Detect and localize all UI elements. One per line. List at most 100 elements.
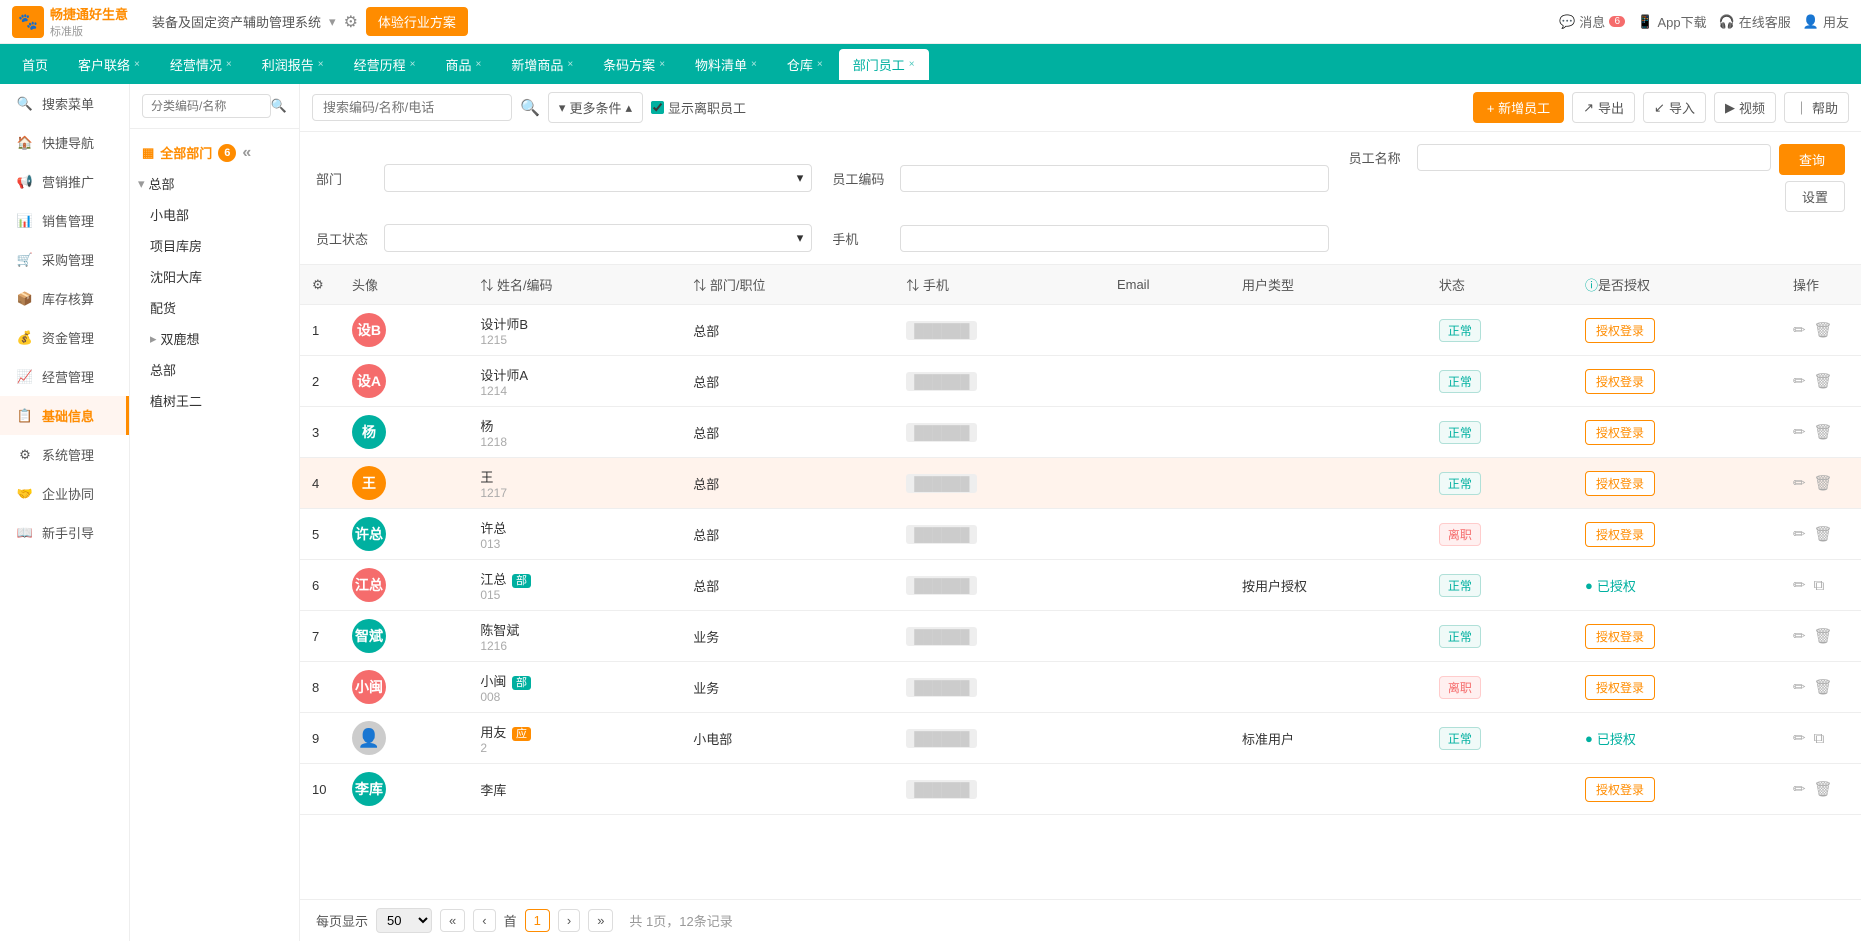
- dept-search-icon[interactable]: 🔍: [271, 98, 287, 114]
- export-btn[interactable]: ↗ 导出: [1572, 92, 1635, 123]
- more-conditions-btn[interactable]: ▾ 更多条件 ▴: [548, 92, 643, 123]
- add-emp-btn[interactable]: + 新增员工: [1473, 92, 1564, 123]
- dept-item-zongbu2[interactable]: 总部: [130, 354, 299, 385]
- sidebar-item-sales[interactable]: 📊 销售管理: [0, 201, 129, 240]
- emp-name-input[interactable]: [1417, 144, 1771, 171]
- dept-item-xiangmu[interactable]: 项目库房: [130, 230, 299, 261]
- trial-btn[interactable]: 体验行业方案: [366, 7, 468, 36]
- app-download-btn[interactable]: 📱 App下载: [1637, 12, 1706, 31]
- view-btn[interactable]: ▶ 视频: [1714, 92, 1776, 123]
- delete-icon[interactable]: 🗑: [1814, 372, 1833, 390]
- auth-btn[interactable]: 授权登录: [1585, 522, 1655, 547]
- edit-icon[interactable]: ✏: [1793, 474, 1806, 492]
- auth-btn[interactable]: 授权登录: [1585, 675, 1655, 700]
- sidebar-item-purchase[interactable]: 🛒 采购管理: [0, 240, 129, 279]
- tab-dept-emp-close[interactable]: ×: [909, 59, 915, 70]
- sidebar-item-collab[interactable]: 🤝 企业协同: [0, 474, 129, 513]
- per-page-select[interactable]: 50 100: [376, 908, 432, 933]
- next-page-btn[interactable]: ›: [558, 909, 580, 932]
- delete-icon[interactable]: 🗑: [1814, 678, 1833, 696]
- show-resigned-input[interactable]: [651, 101, 664, 114]
- auth-btn[interactable]: 授权登录: [1585, 318, 1655, 343]
- dept-item-peihuo[interactable]: 配货: [130, 292, 299, 323]
- sidebar-item-basic[interactable]: 📋 基础信息: [0, 396, 129, 435]
- sidebar-item-shortcut[interactable]: 🏠 快捷导航: [0, 123, 129, 162]
- online-service-btn[interactable]: 🎧 在线客服: [1719, 12, 1791, 31]
- tab-history[interactable]: 经营历程 ×: [340, 49, 430, 80]
- tab-profit-close[interactable]: ×: [318, 59, 324, 70]
- settings-icon[interactable]: ⚙: [344, 12, 358, 32]
- emp-status-select[interactable]: ▾: [384, 224, 812, 252]
- first-page-btn[interactable]: «: [440, 909, 465, 932]
- sidebar-item-guide[interactable]: 📖 新手引导: [0, 513, 129, 552]
- delete-icon[interactable]: 🗑: [1814, 474, 1833, 492]
- tab-customer[interactable]: 客户联络 ×: [64, 49, 154, 80]
- show-resigned-checkbox[interactable]: 显示离职员工: [651, 98, 746, 117]
- tab-barcode-close[interactable]: ×: [659, 59, 665, 70]
- dept-item-shenyang[interactable]: 沈阳大库: [130, 261, 299, 292]
- dropdown-icon[interactable]: ▾: [329, 14, 336, 30]
- edit-icon[interactable]: ✏: [1793, 780, 1806, 798]
- auth-btn[interactable]: 授权登录: [1585, 369, 1655, 394]
- tab-warehouse-close[interactable]: ×: [817, 59, 823, 70]
- tab-ops-close[interactable]: ×: [226, 59, 232, 70]
- tab-home[interactable]: 首页: [8, 49, 62, 80]
- edit-icon[interactable]: ✏: [1793, 729, 1806, 747]
- edit-icon[interactable]: ✏: [1793, 525, 1806, 543]
- tab-add-goods[interactable]: 新增商品 ×: [497, 49, 587, 80]
- sidebar-item-inventory[interactable]: 📦 库存核算: [0, 279, 129, 318]
- edit-icon[interactable]: ✏: [1793, 627, 1806, 645]
- auth-btn[interactable]: 授权登录: [1585, 471, 1655, 496]
- tab-goods[interactable]: 商品 ×: [431, 49, 495, 80]
- collapse-btn[interactable]: «: [242, 144, 251, 162]
- current-page[interactable]: 1: [525, 909, 550, 932]
- auth-btn[interactable]: 授权登录: [1585, 624, 1655, 649]
- sidebar-item-finance[interactable]: 💰 资金管理: [0, 318, 129, 357]
- dept-search-input[interactable]: [142, 94, 271, 118]
- edit-icon[interactable]: ✏: [1793, 576, 1806, 594]
- tab-barcode[interactable]: 条码方案 ×: [589, 49, 679, 80]
- query-btn[interactable]: 查询: [1779, 144, 1845, 175]
- dept-all[interactable]: ▦ 全部部门 6 «: [130, 137, 299, 168]
- import-btn[interactable]: ↙ 导入: [1643, 92, 1706, 123]
- user-btn[interactable]: 👤 用友: [1803, 12, 1849, 31]
- tab-add-goods-close[interactable]: ×: [567, 59, 573, 70]
- auth-btn[interactable]: 授权登录: [1585, 777, 1655, 802]
- phone-input[interactable]: [900, 225, 1328, 252]
- col-dept[interactable]: ⇅ 部门/职位: [681, 265, 894, 305]
- copy-icon[interactable]: ⧉: [1814, 577, 1825, 594]
- sidebar-item-ops-mgmt[interactable]: 📈 经营管理: [0, 357, 129, 396]
- dept-item-zongbu[interactable]: ▾ 总部: [130, 168, 299, 199]
- sidebar-item-marketing[interactable]: 📢 营销推广: [0, 162, 129, 201]
- delete-icon[interactable]: 🗑: [1814, 525, 1833, 543]
- tab-history-close[interactable]: ×: [410, 59, 416, 70]
- msg-btn[interactable]: 💬 消息 6: [1559, 12, 1625, 31]
- dept-item-zhishu[interactable]: 植树王二: [130, 385, 299, 416]
- edit-icon[interactable]: ✏: [1793, 678, 1806, 696]
- dept-select[interactable]: ▾: [384, 164, 812, 192]
- delete-icon[interactable]: 🗑: [1814, 423, 1833, 441]
- sidebar-item-search[interactable]: 🔍 搜索菜单: [0, 84, 129, 123]
- edit-icon[interactable]: ✏: [1793, 321, 1806, 339]
- filter-search-icon[interactable]: 🔍: [520, 98, 540, 118]
- tab-ops[interactable]: 经营情况 ×: [156, 49, 246, 80]
- delete-icon[interactable]: 🗑: [1814, 780, 1833, 798]
- tab-bom[interactable]: 物料清单 ×: [681, 49, 771, 80]
- edit-icon[interactable]: ✏: [1793, 423, 1806, 441]
- last-page-btn[interactable]: »: [588, 909, 613, 932]
- auth-btn[interactable]: 授权登录: [1585, 420, 1655, 445]
- dept-item-xiaodian[interactable]: 小电部: [130, 199, 299, 230]
- sidebar-item-system[interactable]: ⚙ 系统管理: [0, 435, 129, 474]
- delete-icon[interactable]: 🗑: [1814, 627, 1833, 645]
- col-phone[interactable]: ⇅ 手机: [894, 265, 1105, 305]
- tab-customer-close[interactable]: ×: [134, 59, 140, 70]
- help-btn[interactable]: ｜ 帮助: [1784, 92, 1849, 123]
- copy-icon[interactable]: ⧉: [1814, 730, 1825, 747]
- dept-item-shuanglu[interactable]: ▸ 双鹿想: [130, 323, 299, 354]
- edit-icon[interactable]: ✏: [1793, 372, 1806, 390]
- set-btn[interactable]: 设置: [1785, 181, 1845, 212]
- tab-profit[interactable]: 利润报告 ×: [248, 49, 338, 80]
- tab-dept-emp[interactable]: 部门员工 ×: [839, 49, 929, 80]
- tab-bom-close[interactable]: ×: [751, 59, 757, 70]
- search-input[interactable]: [312, 94, 512, 121]
